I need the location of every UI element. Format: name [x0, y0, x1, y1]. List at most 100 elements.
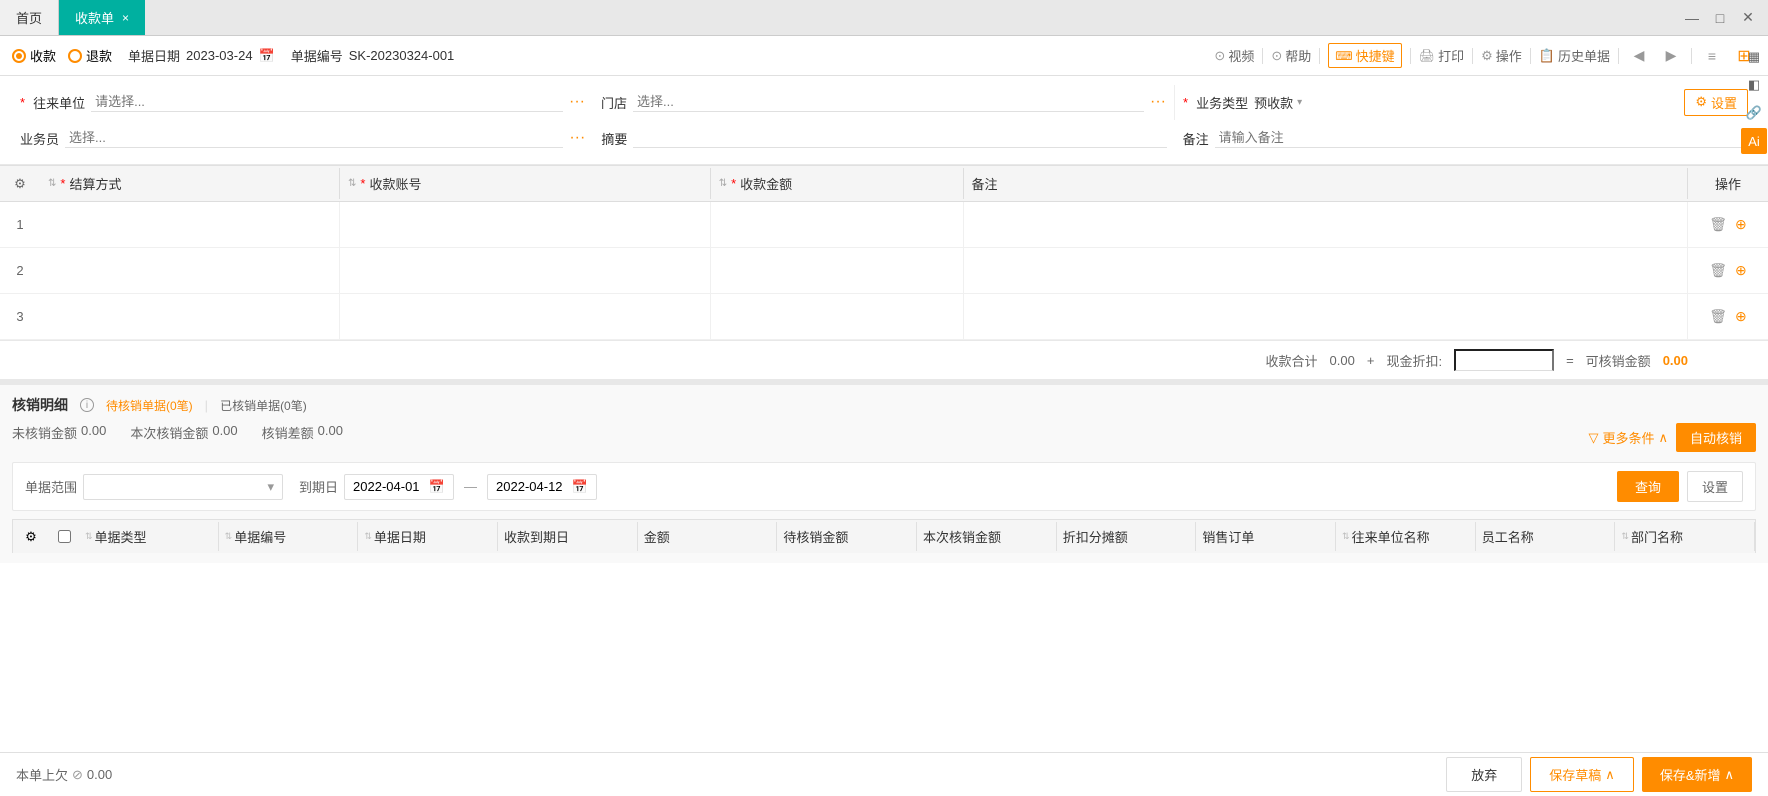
number-value[interactable]: SK-20230324-001 [349, 48, 455, 63]
td-notes-3[interactable] [964, 294, 1688, 339]
summary-input[interactable] [633, 128, 1166, 148]
video-btn[interactable]: ⊙ 视频 [1214, 46, 1254, 65]
business-type-select[interactable]: 预收款 ▾ [1254, 93, 1302, 112]
salesperson-input[interactable] [65, 128, 563, 148]
chevron-down-icon: ▾ [1297, 97, 1302, 108]
save-new-btn[interactable]: 保存&新增 ∧ [1642, 757, 1752, 792]
table-gear-btn[interactable]: ⚙ [0, 176, 40, 192]
date-from-picker[interactable]: 2022-04-01 📅 [344, 474, 454, 500]
business-type-field: * 业务类型 预收款 ▾ ⚙ 设置 [1174, 85, 1756, 120]
td-settlement-2[interactable] [40, 248, 340, 293]
more-conditions-label: 更多条件 [1602, 428, 1654, 447]
pending-tab[interactable]: 待核销单据(0笔) [106, 397, 193, 414]
auto-reconcile-btn[interactable]: 自动核销 [1676, 423, 1756, 452]
receipt-radio[interactable]: 收款 [12, 46, 56, 65]
minimize-btn[interactable]: — [1680, 6, 1704, 30]
sidebar-link-icon[interactable]: 🔗 [1741, 100, 1767, 126]
history-label: 历史单据 [1558, 46, 1610, 65]
maximize-btn[interactable]: □ [1708, 6, 1732, 30]
equals-sign: = [1566, 353, 1574, 368]
check-all-checkbox[interactable] [58, 530, 71, 543]
save-draft-btn[interactable]: 保存草稿 ∧ [1530, 757, 1634, 792]
date-to-picker[interactable]: 2022-04-12 📅 [487, 474, 597, 500]
more-conditions-btn[interactable]: ▽ 更多条件 ∧ [1588, 428, 1668, 447]
prev-record-btn[interactable]: ◀ [1627, 44, 1651, 68]
td-settlement-3[interactable] [40, 294, 340, 339]
counterpart-more-btn[interactable]: ··· [569, 93, 585, 111]
shortcut-label: 快捷键 [1356, 46, 1395, 65]
discount-input[interactable] [1454, 349, 1554, 371]
recon-gear-btn[interactable]: ⚙ [13, 529, 49, 545]
store-more-btn[interactable]: ··· [1150, 93, 1166, 111]
counterpart-input[interactable] [91, 92, 563, 112]
diff-label: 核销差额 [262, 423, 314, 442]
td-account-3[interactable] [340, 294, 711, 339]
td-amount-1[interactable] [711, 202, 964, 247]
tab-current[interactable]: 收款单 × [59, 0, 145, 35]
query-btn[interactable]: 查询 [1617, 471, 1679, 502]
refund-radio[interactable]: 退款 [68, 46, 112, 65]
date-value[interactable]: 2023-03-24 [186, 48, 253, 63]
completed-tab[interactable]: 已核销单据(0笔) [220, 397, 307, 414]
list-view-btn[interactable]: ≡ [1700, 44, 1724, 68]
td-amount-2[interactable] [711, 248, 964, 293]
rth-employee: 员工名称 [1476, 522, 1616, 551]
counterpart-label: 往来单位 [33, 93, 85, 112]
rth-discount: 折扣分摊额 [1057, 522, 1197, 551]
copy-icon-1[interactable]: ⊕ [1735, 216, 1747, 233]
row-num-2: 2 [0, 248, 40, 293]
rth-amount: 金额 [638, 522, 778, 551]
td-settlement-1[interactable] [40, 202, 340, 247]
print-btn[interactable]: 🖨 打印 [1419, 46, 1465, 65]
help-btn[interactable]: ⊙ 帮助 [1271, 46, 1311, 65]
history-btn[interactable]: 📋 历史单据 [1539, 46, 1610, 65]
tab-home[interactable]: 首页 [0, 0, 59, 35]
delete-icon-2[interactable]: 🗑 [1709, 262, 1727, 279]
td-notes-1[interactable] [964, 202, 1688, 247]
rth-doc-date: ⇅ 单据日期 [358, 522, 498, 551]
copy-icon-2[interactable]: ⊕ [1735, 262, 1747, 279]
print-label: 打印 [1438, 46, 1464, 65]
refund-radio-circle [68, 49, 82, 63]
notes-input[interactable] [1215, 128, 1748, 148]
recon-stats-row: 未核销金额 0.00 本次核销金额 0.00 核销差额 0.00 ▽ 更多条件 … [12, 423, 1756, 452]
abandon-btn[interactable]: 放弃 [1446, 757, 1522, 792]
recon-info-icon[interactable]: i [80, 398, 94, 412]
table-row: 2 🗑 ⊕ [0, 248, 1768, 294]
recon-check-all[interactable] [49, 530, 79, 543]
current-stat: 本次核销金额 0.00 [130, 423, 237, 442]
range-select[interactable]: ▾ [83, 474, 283, 500]
calendar-icon[interactable]: 📅 [259, 48, 275, 64]
td-notes-2[interactable] [964, 248, 1688, 293]
shortcut-btn[interactable]: ⌨ 快捷键 [1328, 43, 1401, 68]
diff-stat: 核销差额 0.00 [262, 423, 343, 442]
filter-settings-btn[interactable]: 设置 [1687, 471, 1743, 502]
close-btn[interactable]: ✕ [1736, 6, 1760, 30]
tab-close-icon[interactable]: × [122, 11, 129, 25]
summary-field: 摘要 [593, 124, 1174, 152]
business-type-value: 预收款 [1254, 93, 1293, 112]
th-account: ⇅ * 收款账号 [340, 168, 711, 199]
sidebar-layout-icon[interactable]: ◧ [1741, 72, 1767, 98]
rth-pending-amount: 待核销金额 [777, 522, 917, 551]
delete-icon-1[interactable]: 🗑 [1709, 216, 1727, 233]
tab-bar: 首页 收款单 × — □ ✕ [0, 0, 1768, 36]
sidebar-ai-icon[interactable]: Ai [1741, 128, 1767, 154]
copy-icon-3[interactable]: ⊕ [1735, 308, 1747, 325]
td-amount-3[interactable] [711, 294, 964, 339]
store-input[interactable] [633, 92, 1144, 112]
filter-actions: 查询 设置 [1617, 471, 1743, 502]
td-account-1[interactable] [340, 202, 711, 247]
table-body: 1 🗑 ⊕ 2 🗑 ⊕ [0, 202, 1768, 340]
save-new-label: 保存&新增 [1660, 765, 1721, 784]
bottom-info: 本单上欠 ⊘ 0.00 [16, 765, 112, 784]
delete-icon-3[interactable]: 🗑 [1709, 308, 1727, 325]
td-account-2[interactable] [340, 248, 711, 293]
settings-btn[interactable]: ⚙ 设置 [1684, 89, 1748, 116]
salesperson-more-btn[interactable]: ··· [569, 129, 585, 147]
sidebar-table-icon[interactable]: ▦ [1741, 44, 1767, 70]
tab-divider: | [205, 398, 208, 413]
next-record-btn[interactable]: ▶ [1659, 44, 1683, 68]
chevron-up-icon: ∧ [1658, 430, 1668, 446]
operation-btn[interactable]: ⚙ 操作 [1481, 46, 1522, 65]
